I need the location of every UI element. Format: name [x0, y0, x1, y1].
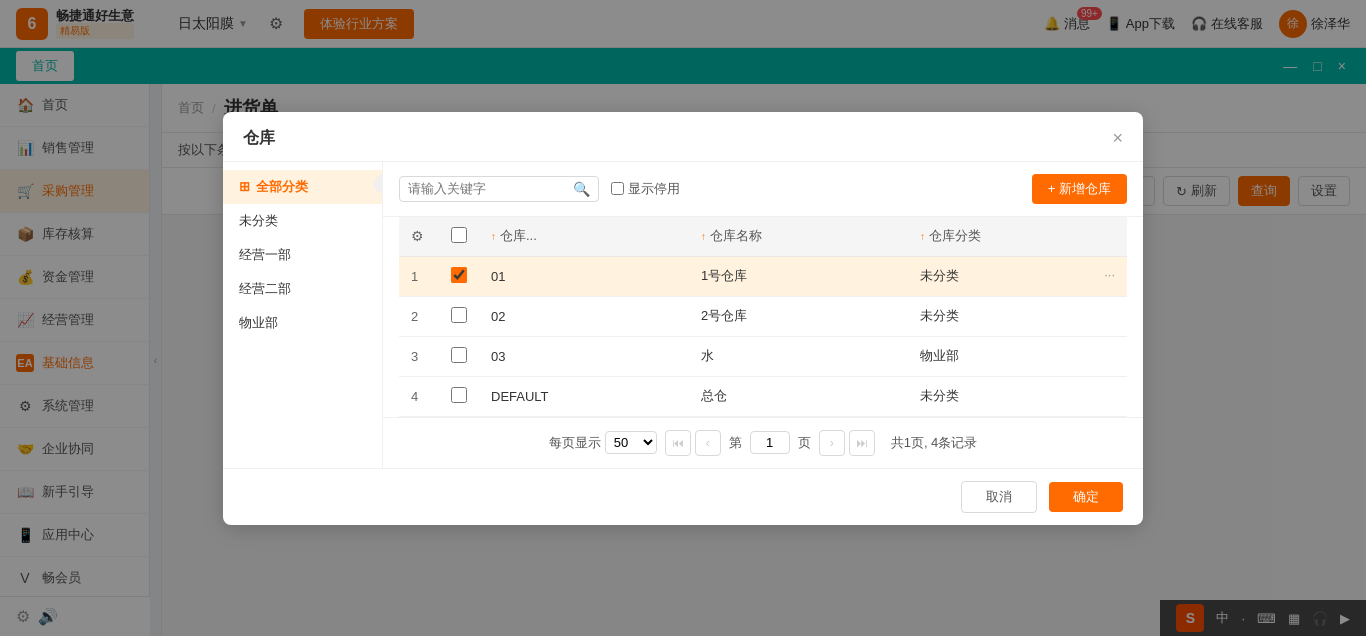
- row-category: 未分类: [908, 376, 1127, 416]
- row-name: 总仓: [689, 376, 908, 416]
- row-category: 未分类: [908, 296, 1127, 336]
- warehouse-toolbar: 🔍 显示停用 + 新增仓库: [383, 162, 1143, 217]
- page-prefix: 第: [729, 434, 742, 452]
- last-page-button[interactable]: ⏭: [849, 430, 875, 456]
- table-header: ⚙ ↑ 仓库...: [399, 217, 1127, 257]
- row-num: 3: [399, 336, 439, 376]
- dialog-body: 《 ⊞ 全部分类 未分类 经营一部 经营二部 物业部: [223, 162, 1143, 468]
- prev-page-button[interactable]: ‹: [695, 430, 721, 456]
- search-input[interactable]: [408, 181, 567, 196]
- row-code: 03: [479, 336, 689, 376]
- category-label: 未分类: [239, 212, 278, 230]
- search-box[interactable]: 🔍: [399, 176, 599, 202]
- warehouse-table: ⚙ ↑ 仓库...: [399, 217, 1127, 417]
- show-disabled-label: 显示停用: [628, 180, 680, 198]
- row-checkbox[interactable]: [451, 387, 467, 403]
- th-name-label: 仓库名称: [710, 227, 762, 245]
- per-page-label: 每页显示: [549, 434, 601, 452]
- page-nav: ⏮ ‹ 第 页 › ⏭: [665, 430, 875, 456]
- category-label: 全部分类: [256, 178, 308, 196]
- dialog-overlay: 仓库 × 《 ⊞ 全部分类 未分类 经营一部 经营二部: [0, 0, 1366, 636]
- dialog-close-button[interactable]: ×: [1112, 129, 1123, 147]
- row-num: 4: [399, 376, 439, 416]
- sort-icon: ↑: [491, 231, 496, 242]
- page-size-select[interactable]: 每页显示 50 20 100: [549, 431, 657, 454]
- th-checkbox: [439, 217, 479, 257]
- page-unit: 页: [798, 434, 811, 452]
- category-item-all[interactable]: ⊞ 全部分类: [223, 170, 382, 204]
- per-page-dropdown[interactable]: 50 20 100: [605, 431, 657, 454]
- category-panel: 《 ⊞ 全部分类 未分类 经营一部 经营二部 物业部: [223, 162, 383, 468]
- row-category: 未分类···: [908, 256, 1127, 296]
- row-checkbox-cell: [439, 376, 479, 416]
- add-warehouse-button[interactable]: + 新增仓库: [1032, 174, 1127, 204]
- warehouse-tbody: 1 01 1号仓库 未分类··· 2 02 2号仓库 未分类 3 03 水 物业…: [399, 256, 1127, 416]
- th-settings[interactable]: ⚙: [399, 217, 439, 257]
- next-page-button[interactable]: ›: [819, 430, 845, 456]
- row-num: 1: [399, 256, 439, 296]
- table-row[interactable]: 3 03 水 物业部: [399, 336, 1127, 376]
- category-item-unclassified[interactable]: 未分类: [223, 204, 382, 238]
- row-name: 2号仓库: [689, 296, 908, 336]
- select-all-checkbox[interactable]: [451, 227, 467, 243]
- th-name: ↑ 仓库名称: [689, 217, 908, 257]
- confirm-button[interactable]: 确定: [1049, 482, 1123, 512]
- category-icon: ⊞: [239, 179, 250, 194]
- row-category: 物业部: [908, 336, 1127, 376]
- warehouse-list-panel: 🔍 显示停用 + 新增仓库 ⚙: [383, 162, 1143, 468]
- cancel-button[interactable]: 取消: [961, 481, 1037, 513]
- row-code: 01: [479, 256, 689, 296]
- th-category-label: 仓库分类: [929, 227, 981, 245]
- row-checkbox-cell: [439, 296, 479, 336]
- row-name: 水: [689, 336, 908, 376]
- row-checkbox[interactable]: [451, 307, 467, 323]
- more-icon[interactable]: ···: [1104, 267, 1115, 282]
- warehouse-dialog: 仓库 × 《 ⊞ 全部分类 未分类 经营一部 经营二部: [223, 112, 1143, 525]
- row-checkbox-cell: [439, 256, 479, 296]
- table-row[interactable]: 4 DEFAULT 总仓 未分类: [399, 376, 1127, 416]
- category-item-ops1[interactable]: 经营一部: [223, 238, 382, 272]
- search-icon[interactable]: 🔍: [573, 181, 590, 197]
- row-num: 2: [399, 296, 439, 336]
- th-code: ↑ 仓库...: [479, 217, 689, 257]
- category-item-property[interactable]: 物业部: [223, 306, 382, 340]
- row-code: 02: [479, 296, 689, 336]
- row-name: 1号仓库: [689, 256, 908, 296]
- show-disabled-checkbox[interactable]: 显示停用: [611, 180, 680, 198]
- total-info: 共1页, 4条记录: [891, 434, 978, 452]
- dialog-header: 仓库 ×: [223, 112, 1143, 162]
- dialog-title: 仓库: [243, 128, 275, 149]
- category-label: 物业部: [239, 314, 278, 332]
- category-label: 经营二部: [239, 280, 291, 298]
- gear-icon[interactable]: ⚙: [411, 228, 424, 244]
- row-code: DEFAULT: [479, 376, 689, 416]
- dialog-footer: 取消 确定: [223, 468, 1143, 525]
- sort-icon-name: ↑: [701, 231, 706, 242]
- row-checkbox[interactable]: [451, 267, 467, 283]
- category-label: 经营一部: [239, 246, 291, 264]
- table-row[interactable]: 2 02 2号仓库 未分类: [399, 296, 1127, 336]
- th-code-label: 仓库...: [500, 227, 537, 245]
- row-checkbox-cell: [439, 336, 479, 376]
- table-row[interactable]: 1 01 1号仓库 未分类···: [399, 256, 1127, 296]
- th-category: ↑ 仓库分类: [908, 217, 1127, 257]
- row-checkbox[interactable]: [451, 347, 467, 363]
- pagination: 每页显示 50 20 100 ⏮ ‹ 第 页 ›: [383, 417, 1143, 468]
- show-disabled-check[interactable]: [611, 182, 624, 195]
- first-page-button[interactable]: ⏮: [665, 430, 691, 456]
- page-input[interactable]: [750, 431, 790, 454]
- category-item-ops2[interactable]: 经营二部: [223, 272, 382, 306]
- warehouse-table-wrap: ⚙ ↑ 仓库...: [383, 217, 1143, 417]
- sort-icon-category: ↑: [920, 231, 925, 242]
